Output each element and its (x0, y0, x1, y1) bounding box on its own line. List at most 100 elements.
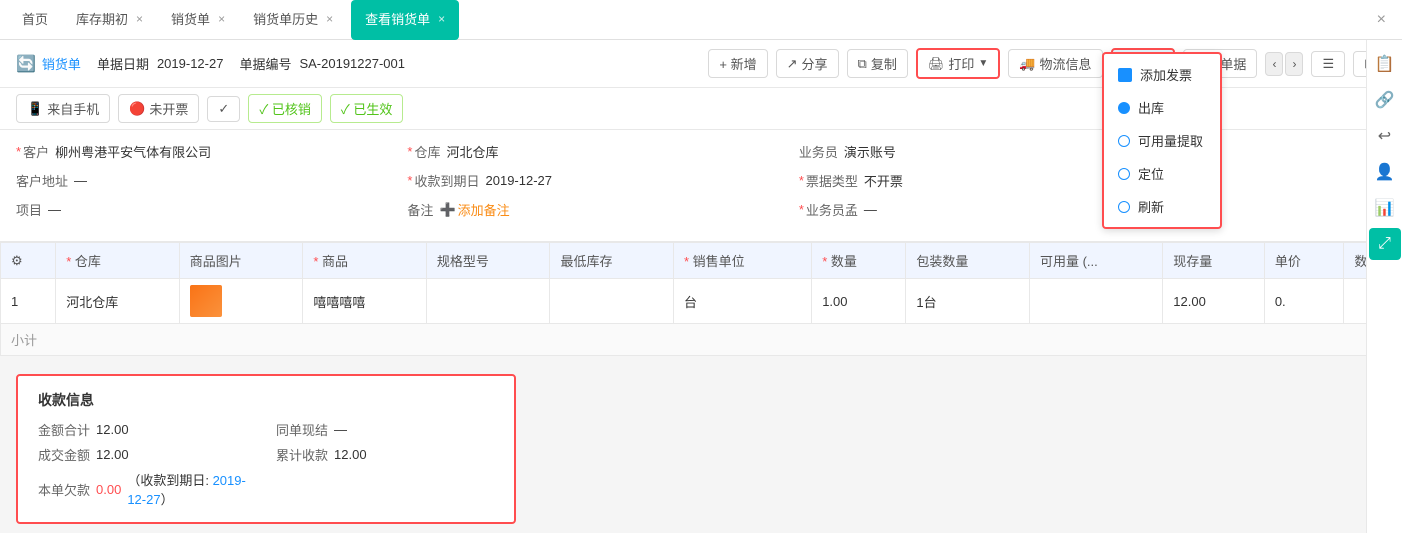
not-opened-button[interactable]: 🔴 未开票 (118, 94, 199, 123)
tab-sales-order[interactable]: 销货单 × (157, 0, 239, 40)
col-pack-qty: 包装数量 (906, 243, 1030, 279)
sold-status-button[interactable]: ✓ 已核销 (248, 94, 322, 123)
locate-icon (1118, 168, 1130, 180)
tab-inventory-close[interactable]: × (136, 12, 143, 26)
sold-label: 已核销 (272, 102, 311, 117)
tab-inventory-init[interactable]: 库存期初 × (62, 0, 157, 40)
address-value: — (74, 173, 87, 188)
sidebar-clipboard-icon[interactable]: 📋 (1369, 48, 1401, 80)
tab-view-sales[interactable]: 查看销货单 × (351, 0, 459, 40)
doc-type-title: 🔄 销货单 (16, 54, 81, 74)
sidebar-expand-icon[interactable]: ⤢ (1369, 228, 1401, 260)
print-button[interactable]: 🖨 打印 ▼ (916, 48, 1000, 79)
tab-sales-history[interactable]: 销货单历史 × (239, 0, 347, 40)
notes-field: 备注 ➕ 添加备注 (407, 200, 798, 219)
tab-history-close[interactable]: × (326, 12, 333, 26)
tab-home-label: 首页 (22, 9, 48, 28)
effective-label: 已生效 (353, 102, 392, 117)
tab-home[interactable]: 首页 (8, 0, 62, 40)
col-available: 可用量 (... (1029, 243, 1162, 279)
tab-sales-close[interactable]: × (218, 12, 225, 26)
cell-pack-qty: 1台 (906, 279, 1030, 324)
tab-view-sales-close[interactable]: × (438, 12, 445, 26)
payment-title: 收款信息 (38, 390, 494, 410)
col-min-stock: 最低库存 (550, 243, 674, 279)
cell-unit: 台 (673, 279, 811, 324)
cell-unit-price: 0. (1264, 279, 1344, 324)
payment-settlement-row: 同单现结 — (276, 420, 494, 439)
cell-min-stock (550, 279, 674, 324)
col-unit: * 销售单位 (673, 243, 811, 279)
effective-status-button[interactable]: ✓ 已生效 (330, 94, 404, 123)
window-close-button[interactable]: × (1369, 11, 1394, 28)
notes-label: 备注 (407, 200, 433, 219)
address-field: 客户地址 — (16, 171, 407, 190)
ticket-type-value: 不开票 (864, 171, 903, 190)
project-field: 项目 — (16, 200, 407, 219)
copy-button[interactable]: ⧉ 复制 (847, 49, 908, 78)
product-image (190, 285, 222, 317)
customer-label: 客户 (23, 142, 49, 161)
ticket-type-field: * 票据类型 不开票 (799, 171, 1386, 190)
warehouse-label: 仓库 (414, 142, 440, 161)
ticket-type-required: * (799, 173, 804, 188)
doc-number-meta: 单据编号 SA-20191227-001 (239, 54, 405, 73)
table-header-row: ⚙ * 仓库 商品图片 * 商品 规格型号 最低库存 * 销售单位 * 数量 包… (1, 243, 1402, 279)
col-gear: ⚙ (1, 243, 56, 279)
payment-box: 收款信息 金额合计 12.00 同单现结 — 成交金额 12.00 累计收款 1… (16, 374, 516, 524)
copy-icon: ⧉ (858, 56, 867, 72)
list-view-button[interactable]: ☰ (1311, 51, 1345, 77)
due-date-note: 2019-12-27 (127, 473, 245, 507)
due-date-label: 收款到期日 (414, 171, 479, 190)
operations-dropdown: 添加发票 出库 可用量提取 定位 刷新 (1102, 52, 1222, 229)
payment-arrears-value: 0.00 (96, 482, 121, 497)
due-date-value: 2019-12-27 (486, 173, 553, 188)
cell-stock: 12.00 (1163, 279, 1265, 324)
project-value: — (48, 202, 61, 217)
sales-order-icon: 🔄 (16, 54, 36, 74)
new-button[interactable]: + 新增 (708, 49, 767, 78)
add-note-button[interactable]: ➕ 添加备注 (439, 200, 509, 219)
salesperson-required: * (799, 202, 804, 217)
prev-button[interactable]: ‹ (1265, 52, 1283, 76)
customer-field: * 客户 柳州粤港平安气体有限公司 (16, 142, 407, 161)
payment-total-row: 金额合计 12.00 (38, 420, 256, 439)
payment-area: 收款信息 金额合计 12.00 同单现结 — 成交金额 12.00 累计收款 1… (0, 356, 1402, 533)
add-note-label: 添加备注 (458, 200, 510, 219)
payment-arrears-label: 本单欠款 (38, 480, 90, 499)
share-button[interactable]: ↗ 分享 (776, 49, 839, 78)
locate-item[interactable]: 定位 (1104, 157, 1220, 190)
sidebar-return-icon[interactable]: ↩ (1369, 120, 1401, 152)
payment-settlement-value: — (334, 422, 347, 437)
confirm-button[interactable]: ✓ (207, 96, 240, 122)
outbound-item[interactable]: 出库 (1104, 91, 1220, 124)
warehouse-required: * (407, 144, 412, 159)
sidebar-chart-icon[interactable]: 📊 (1369, 192, 1401, 224)
print-label: 打印 (948, 54, 974, 73)
col-spec: 规格型号 (426, 243, 550, 279)
col-stock: 现存量 (1163, 243, 1265, 279)
due-date-required: * (407, 173, 412, 188)
next-button[interactable]: › (1285, 52, 1303, 76)
available-qty-item[interactable]: 可用量提取 (1104, 124, 1220, 157)
not-opened-label: 未开票 (149, 99, 188, 118)
sidebar-link-icon[interactable]: 🔗 (1369, 84, 1401, 116)
cell-available (1029, 279, 1162, 324)
cell-index: 1 (1, 279, 56, 324)
payment-cumulative-label: 累计收款 (276, 445, 328, 464)
subtotal-row: 小计 (1, 324, 1402, 356)
sales-table: ⚙ * 仓库 商品图片 * 商品 规格型号 最低库存 * 销售单位 * 数量 包… (0, 242, 1402, 356)
tab-bar: 首页 库存期初 × 销货单 × 销货单历史 × 查看销货单 × × (0, 0, 1402, 40)
from-mobile-button[interactable]: 📱 来自手机 (16, 94, 110, 123)
add-invoice-item[interactable]: 添加发票 (1104, 58, 1220, 91)
sidebar-user-icon[interactable]: 👤 (1369, 156, 1401, 188)
locate-label: 定位 (1138, 164, 1164, 183)
table-row: 1 河北仓库 嘻嘻嘻嘻 台 1.00 1台 12.00 0. (1, 279, 1402, 324)
doc-number-label: 单据编号 (239, 54, 291, 73)
refresh-item[interactable]: 刷新 (1104, 190, 1220, 223)
ticket-type-label: 票据类型 (806, 171, 858, 190)
logistics-button[interactable]: 🚚 物流信息 (1008, 49, 1102, 78)
logistics-label: 物流信息 (1039, 54, 1091, 73)
cell-spec (426, 279, 550, 324)
employee-value: 演示账号 (844, 142, 896, 161)
